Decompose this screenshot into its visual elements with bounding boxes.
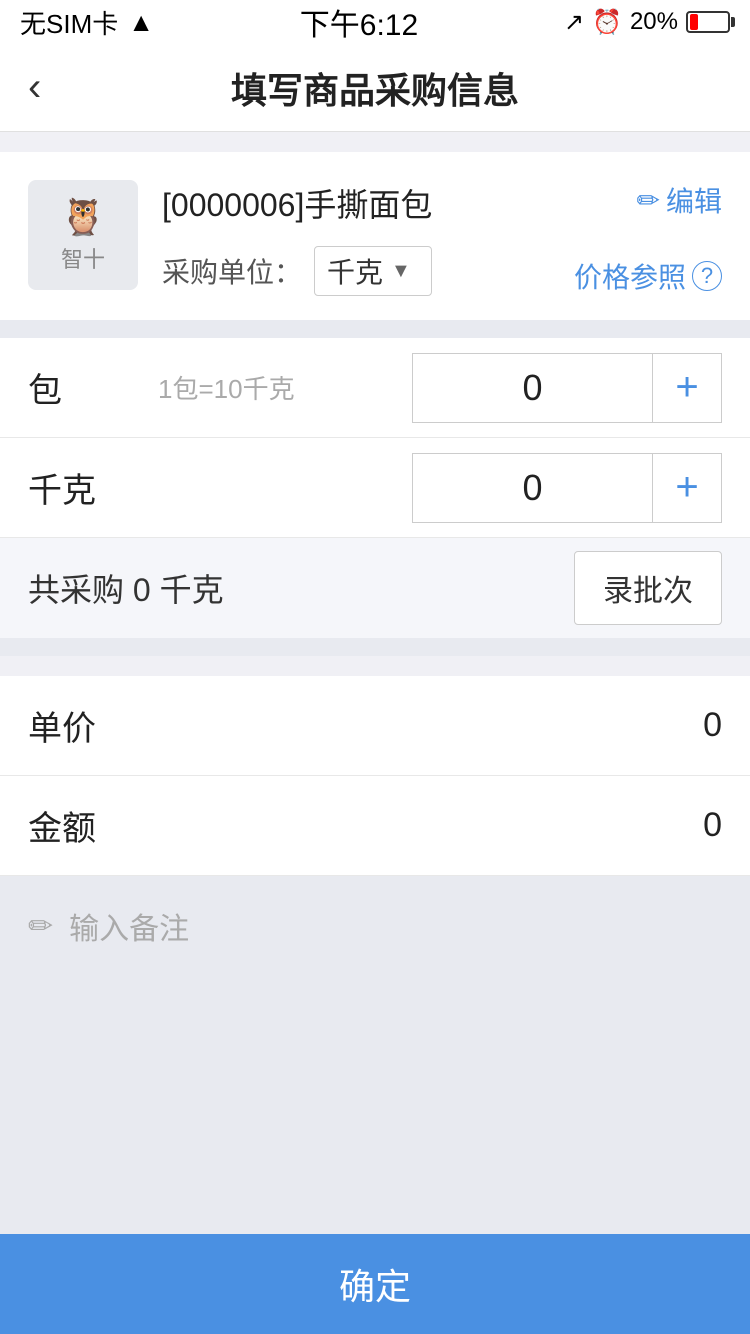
unit-select[interactable]: 千克 ▼ <box>314 246 432 296</box>
thumb-text: 智十 <box>61 242 105 274</box>
unit-value: 千克 <box>327 251 383 291</box>
status-bar: 无SIM卡 ▲ 下午6:12 ↗ ⏰ 20% <box>0 0 750 44</box>
battery-icon <box>686 11 730 33</box>
product-thumbnail: 🦉 智十 <box>28 180 138 290</box>
kg-label: 千克 <box>28 463 148 512</box>
pencil-icon: ✏ <box>28 909 53 944</box>
nav-bar: ‹ 填写商品采购信息 <box>0 44 750 132</box>
confirm-button[interactable]: 确定 <box>0 1234 750 1334</box>
back-button[interactable]: ‹ <box>28 65 41 110</box>
section-divider-1 <box>0 320 750 338</box>
plus-icon-2: + <box>675 465 698 510</box>
bag-quantity-input[interactable] <box>412 353 652 423</box>
bag-input-row: 包 1包=10千克 + <box>0 338 750 438</box>
section-divider-2 <box>0 638 750 656</box>
battery-percentage: 20% <box>630 8 678 36</box>
product-card: 🦉 智十 [0000006]手撕面包 采购单位： 千克 ▼ ✏ 编辑 价格参照 … <box>0 152 750 320</box>
bag-label: 包 <box>28 363 148 412</box>
chevron-down-icon: ▼ <box>391 260 411 283</box>
carrier-label: 无SIM卡 <box>20 4 118 41</box>
price-section: 单价 0 金额 0 <box>0 676 750 876</box>
status-bar-time: 下午6:12 <box>300 0 418 44</box>
edit-icon: ✏ <box>637 184 660 217</box>
edit-button[interactable]: ✏ 编辑 <box>637 180 722 220</box>
amount-row: 金额 0 <box>0 776 750 876</box>
bag-plus-button[interactable]: + <box>652 353 722 423</box>
kg-plus-button[interactable]: + <box>652 453 722 523</box>
owl-icon: 🦉 <box>61 196 106 238</box>
info-icon: ? <box>692 261 722 291</box>
remark-inner: ✏ 输入备注 <box>28 904 722 948</box>
kg-quantity-input[interactable] <box>412 453 652 523</box>
remark-section[interactable]: ✏ 输入备注 <box>0 876 750 1076</box>
unit-price-label: 单价 <box>28 701 96 750</box>
kg-input-row: 千克 + <box>0 438 750 538</box>
bag-hint: 1包=10千克 <box>158 369 295 406</box>
content-spacer <box>0 1076 750 1236</box>
plus-icon: + <box>675 365 698 410</box>
remark-placeholder: 输入备注 <box>69 904 189 948</box>
unit-price-row: 单价 0 <box>0 676 750 776</box>
status-bar-right: ↗ ⏰ 20% <box>564 8 730 37</box>
unit-label: 采购单位： <box>162 251 302 291</box>
kg-input-right: + <box>412 453 722 523</box>
input-section: 包 1包=10千克 + 千克 + 共采购 0 千克 录批次 <box>0 338 750 638</box>
summary-text: 共采购 0 千克 <box>28 565 224 611</box>
page-title: 填写商品采购信息 <box>231 62 519 114</box>
status-bar-left: 无SIM卡 ▲ <box>20 4 154 41</box>
amount-value: 0 <box>703 806 722 845</box>
bag-input-right: + <box>412 353 722 423</box>
record-batch-button[interactable]: 录批次 <box>574 551 722 625</box>
price-reference-button[interactable]: 价格参照 ? <box>574 256 722 296</box>
summary-row: 共采购 0 千克 录批次 <box>0 538 750 638</box>
location-icon: ↗ <box>564 8 584 37</box>
wifi-icon: ▲ <box>128 7 154 38</box>
unit-price-value: 0 <box>703 706 722 745</box>
amount-label: 金额 <box>28 801 96 850</box>
alarm-icon: ⏰ <box>592 8 622 37</box>
